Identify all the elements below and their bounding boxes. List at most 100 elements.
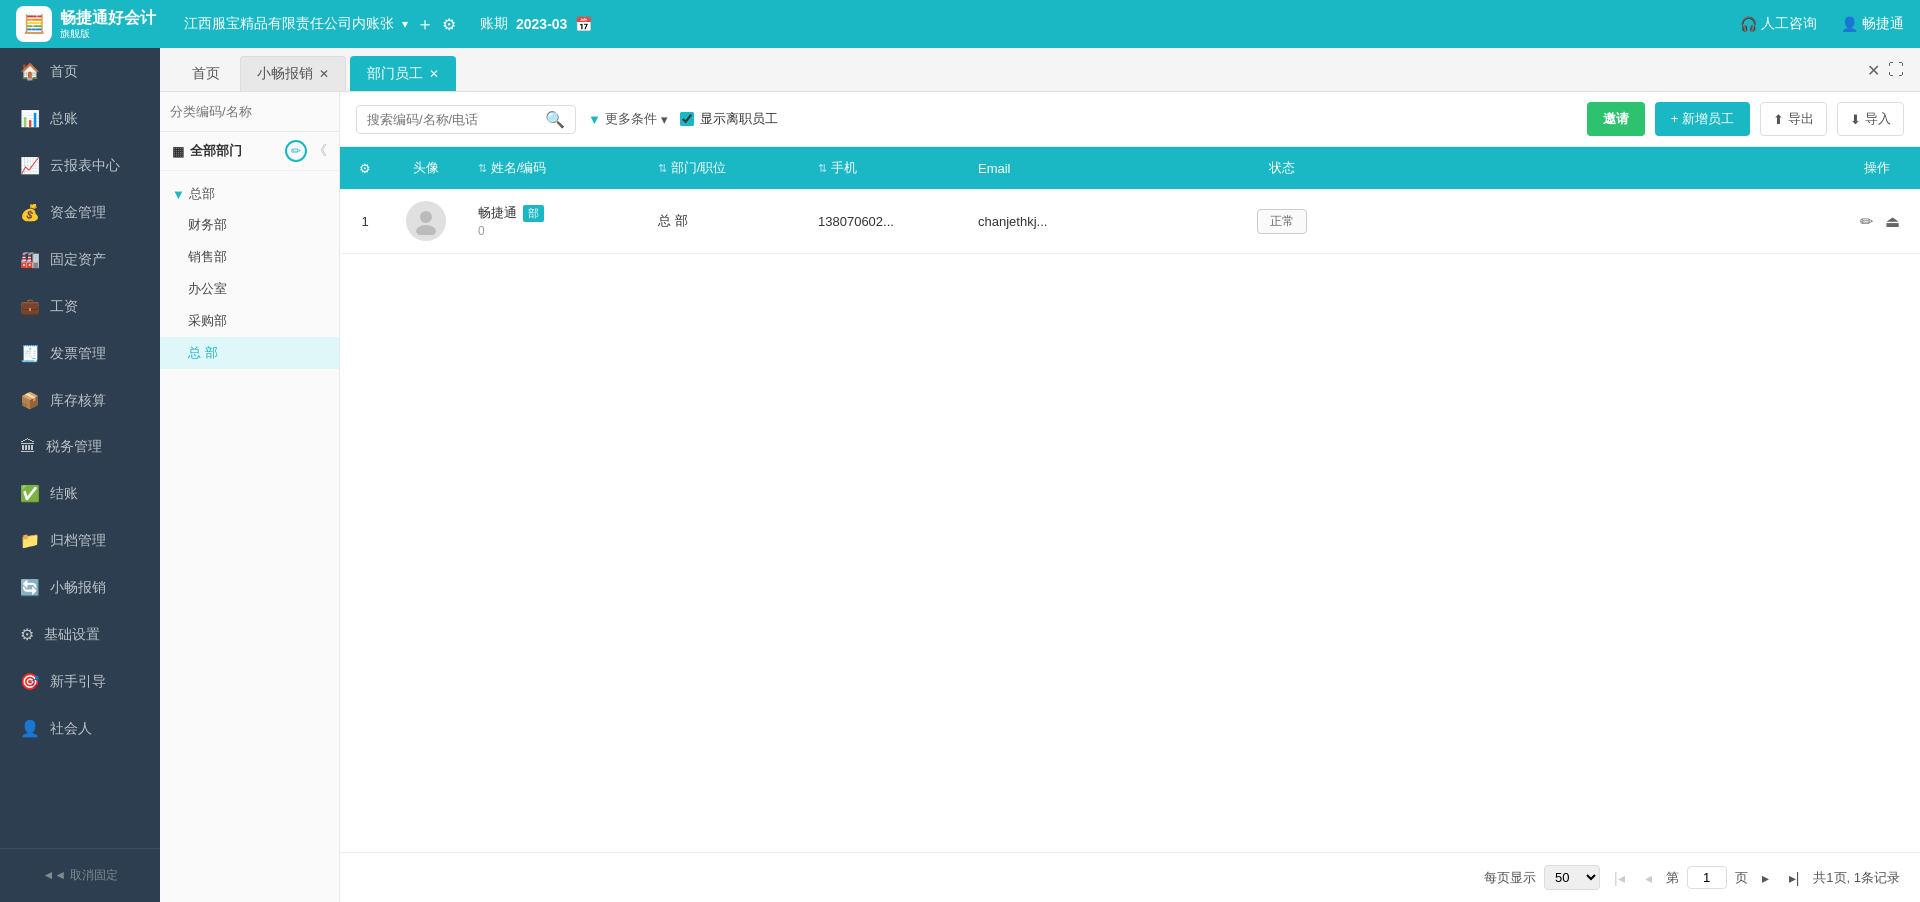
tab-close-all-button[interactable]: ✕ <box>1867 60 1880 79</box>
sidebar-item-ledger[interactable]: 📊 总账 <box>0 95 160 142</box>
pagination: 每页显示 50 100 |◂ ◂ 第 页 ▸ ▸| 共1页, 1条记录 <box>340 852 1920 902</box>
filter-icon: ▼ <box>588 112 601 127</box>
settings-icon[interactable]: ⚙ <box>442 15 456 34</box>
main-layout: 🏠 首页 📊 总账 📈 云报表中心 💰 资金管理 🏭 固定资产 💼 工资 🧾 发… <box>0 48 1920 902</box>
emp-toolbar: 🔍 ▼ 更多条件 ▾ 显示离职员工 邀请 + <box>340 92 1920 147</box>
avatar-svg <box>412 207 440 235</box>
user-account-button[interactable]: 👤 畅捷通 <box>1841 15 1904 33</box>
tab-dept-emp[interactable]: 部门员工 ✕ <box>350 56 456 91</box>
dept-header: ▦ 全部部门 ✏ 《 <box>160 132 339 171</box>
assets-icon: 🏭 <box>20 250 40 269</box>
tab-dept-emp-close[interactable]: ✕ <box>429 67 439 81</box>
dept-item-sales[interactable]: 销售部 <box>160 241 339 273</box>
show-resigned-label[interactable]: 显示离职员工 <box>680 110 778 128</box>
company-name: 江西服宝精品有限责任公司内账张 <box>184 15 394 33</box>
sidebar-item-invoice[interactable]: 🧾 发票管理 <box>0 330 160 377</box>
add-employee-button[interactable]: + 新增员工 <box>1655 102 1750 136</box>
invoice-icon: 🧾 <box>20 344 40 363</box>
col-phone[interactable]: ⇅ 手机 <box>802 147 962 189</box>
sidebar-item-archive[interactable]: 📁 归档管理 <box>0 517 160 564</box>
show-resigned-checkbox[interactable] <box>680 112 694 126</box>
import-button[interactable]: ⬇ 导入 <box>1837 102 1904 136</box>
sidebar-item-assets[interactable]: 🏭 固定资产 <box>0 236 160 283</box>
last-page-button[interactable]: ▸| <box>1783 868 1806 888</box>
add-company-icon[interactable]: ＋ <box>416 12 434 36</box>
import-icon: ⬇ <box>1850 112 1861 127</box>
logo-sub: 旗舰版 <box>60 28 156 40</box>
dept-item-office[interactable]: 办公室 <box>160 273 339 305</box>
search-box: 🔍 <box>356 105 576 134</box>
cancel-fixed-label: ◄◄ 取消固定 <box>42 867 117 884</box>
dept-item-finance[interactable]: 财务部 <box>160 209 339 241</box>
total-record: 共1页, 1条记录 <box>1813 869 1900 887</box>
dept-edit-button[interactable]: ✏ <box>285 140 307 162</box>
sidebar-item-closing[interactable]: ✅ 结账 <box>0 470 160 517</box>
export-button[interactable]: ⬆ 导出 <box>1760 102 1827 136</box>
col-dept[interactable]: ⇅ 部门/职位 <box>642 147 802 189</box>
search-icon[interactable]: 🔍 <box>545 110 565 129</box>
edit-icon[interactable]: ✏ <box>1860 212 1873 231</box>
table-row: 1 <box>340 189 1920 254</box>
col-name[interactable]: ⇅ 姓名/编码 <box>462 147 642 189</box>
sidebar-label-social: 社会人 <box>50 720 92 738</box>
row-avatar <box>390 189 462 254</box>
emp-table: ⚙ 头像 ⇅ 姓名/编码 <box>340 147 1920 254</box>
all-dept-label: ▦ 全部部门 <box>172 142 242 160</box>
user-icon: 👤 <box>1841 16 1858 32</box>
sidebar-item-home[interactable]: 🏠 首页 <box>0 48 160 95</box>
sidebar-item-social[interactable]: 👤 社会人 <box>0 705 160 752</box>
invite-button[interactable]: 邀请 <box>1587 102 1645 136</box>
col-settings[interactable]: ⚙ <box>340 147 390 189</box>
svg-point-1 <box>416 225 436 235</box>
sidebar-item-reports[interactable]: 📈 云报表中心 <box>0 142 160 189</box>
logo-icon: 🧮 <box>16 6 52 42</box>
sidebar-item-settings[interactable]: ⚙ 基础设置 <box>0 611 160 658</box>
company-dropdown-icon[interactable]: ▾ <box>402 17 408 31</box>
sidebar-label-reports: 云报表中心 <box>50 157 120 175</box>
first-page-button[interactable]: |◂ <box>1608 868 1631 888</box>
cancel-fixed-button[interactable]: ◄◄ 取消固定 <box>10 859 150 892</box>
dept-item-head[interactable]: 总 部 <box>160 337 339 369</box>
sidebar-item-inventory[interactable]: 📦 库存核算 <box>0 377 160 424</box>
filter-button[interactable]: ▼ 更多条件 ▾ <box>588 110 668 128</box>
toolbar-right: 邀请 + 新增员工 ⬆ 导出 ⬇ 导入 <box>1587 102 1904 136</box>
social-icon: 👤 <box>20 719 40 738</box>
logo-main: 畅捷通好会计 <box>60 8 156 27</box>
next-page-button[interactable]: ▸ <box>1756 868 1775 888</box>
tab-home[interactable]: 首页 <box>176 57 236 91</box>
sidebar-item-expense[interactable]: 🔄 小畅报销 <box>0 564 160 611</box>
emp-search-input[interactable] <box>367 112 539 127</box>
tab-expand-button[interactable]: ⛶ <box>1888 60 1904 79</box>
tab-expense[interactable]: 小畅报销 ✕ <box>240 56 346 91</box>
tabs-bar: 首页 小畅报销 ✕ 部门员工 ✕ ✕ ⛶ <box>160 48 1920 92</box>
tab-expense-close[interactable]: ✕ <box>319 67 329 81</box>
filter-chevron-icon: ▾ <box>661 112 668 127</box>
col-avatar: 头像 <box>390 147 462 189</box>
page-input[interactable] <box>1687 866 1727 889</box>
period-label: 账期 <box>480 15 508 33</box>
sidebar-label-closing: 结账 <box>50 485 78 503</box>
expense-icon: 🔄 <box>20 578 40 597</box>
top-header: 🧮 畅捷通好会计 旗舰版 江西服宝精品有限责任公司内账张 ▾ ＋ ⚙ 账期 20… <box>0 0 1920 48</box>
table-header-row: ⚙ 头像 ⇅ 姓名/编码 <box>340 147 1920 189</box>
prev-page-button[interactable]: ◂ <box>1639 868 1658 888</box>
per-page-select[interactable]: 50 100 <box>1544 865 1600 890</box>
dept-item-purchase[interactable]: 采购部 <box>160 305 339 337</box>
sidebar-item-funds[interactable]: 💰 资金管理 <box>0 189 160 236</box>
row-status: 正常 <box>1182 189 1382 254</box>
row-action: ✏ ⏏ <box>1382 189 1920 254</box>
calendar-icon[interactable]: 📅 <box>575 16 592 32</box>
dept-search-input[interactable] <box>170 104 338 119</box>
export-label: 导出 <box>1788 110 1814 128</box>
logout-icon[interactable]: ⏏ <box>1885 212 1900 231</box>
col-action: 操作 <box>1382 147 1920 189</box>
dept-collapse-button[interactable]: 《 <box>313 140 327 162</box>
sidebar-item-tax[interactable]: 🏛 税务管理 <box>0 424 160 470</box>
sidebar-label-ledger: 总账 <box>50 110 78 128</box>
sidebar-item-salary[interactable]: 💼 工资 <box>0 283 160 330</box>
dept-search-area: 🔍 <box>160 92 339 132</box>
ai-consult-button[interactable]: 🎧 人工咨询 <box>1740 15 1817 33</box>
headset-icon: 🎧 <box>1740 16 1757 32</box>
tax-icon: 🏛 <box>20 438 36 456</box>
sidebar-item-guide[interactable]: 🎯 新手引导 <box>0 658 160 705</box>
